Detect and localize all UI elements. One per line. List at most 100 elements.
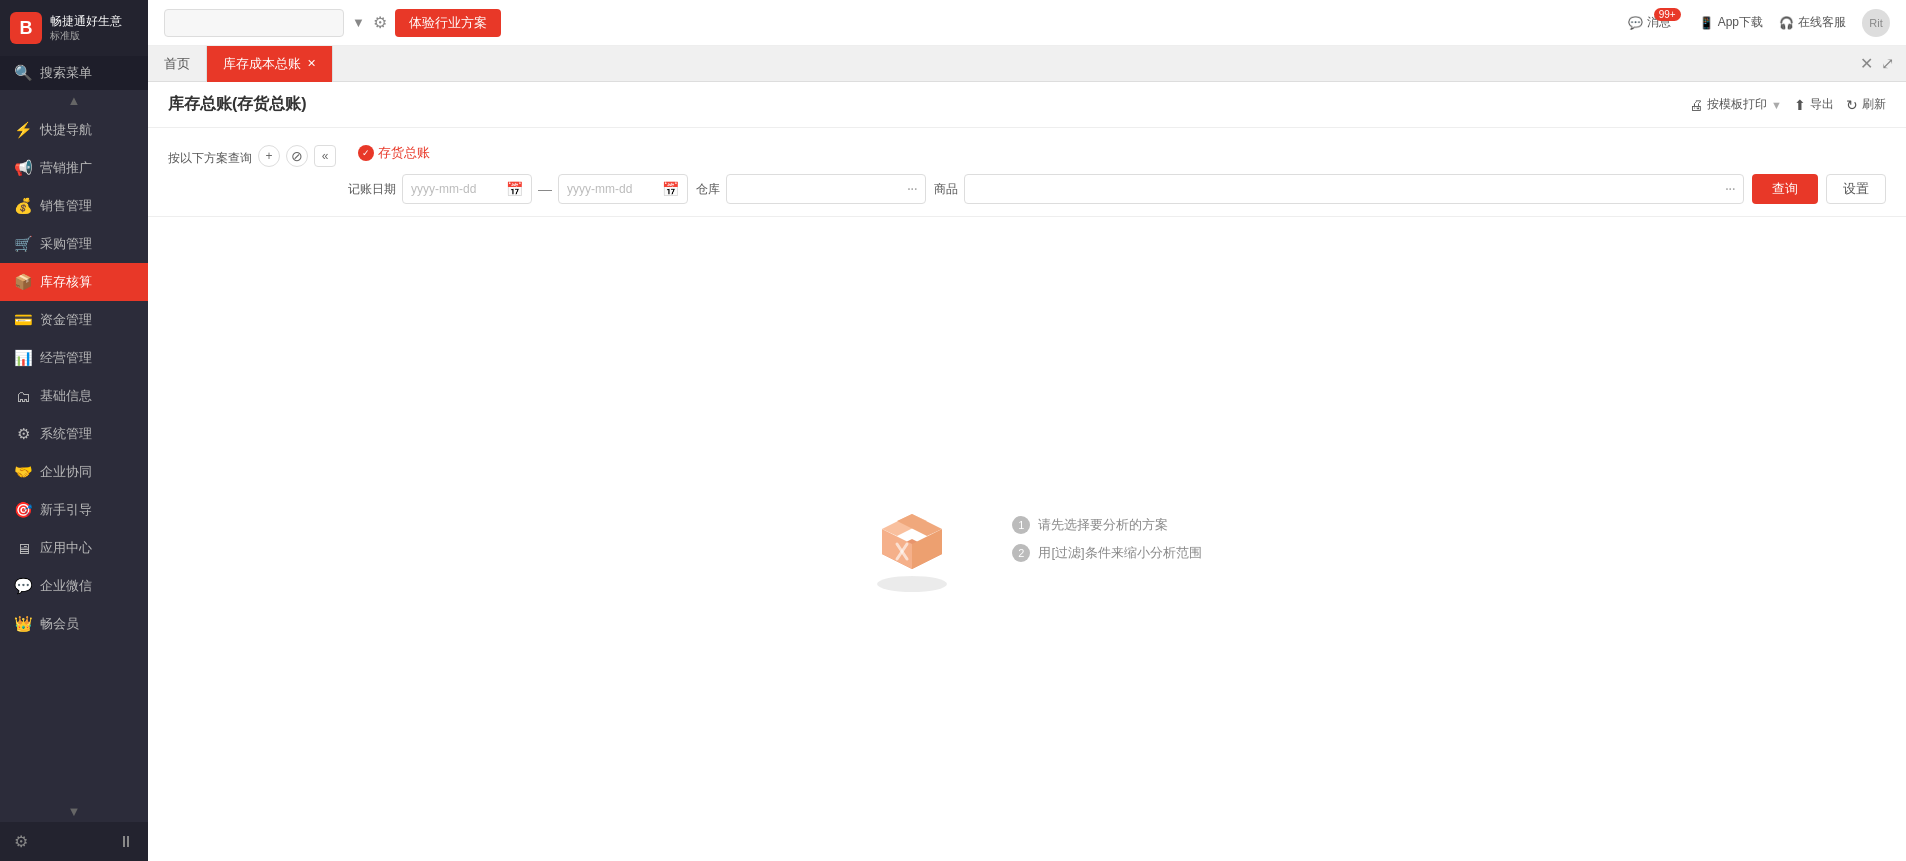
inventory-icon: 📦 <box>14 273 32 291</box>
search-icon: 🔍 <box>14 64 32 82</box>
warehouse-select[interactable]: ··· <box>726 174 926 204</box>
sidebar-item-purchase[interactable]: 🛒 采购管理 <box>0 225 148 263</box>
empty-hint-1: 1 请先选择要分析的方案 <box>1012 516 1201 534</box>
top-bar-left: ▼ ⚙ 体验行业方案 <box>164 9 1616 37</box>
warehouse-more-icon[interactable]: ··· <box>907 180 917 198</box>
top-bar: ▼ ⚙ 体验行业方案 💬 消息 99+ 📱 App下载 🎧 在线客服 Rit <box>148 0 1906 46</box>
sidebar-item-corp[interactable]: 🤝 企业协同 <box>0 453 148 491</box>
tab-inventory-cost[interactable]: 库存成本总账 ✕ <box>207 46 333 82</box>
tab-expand-icon[interactable]: ⤢ <box>1881 54 1894 73</box>
delete-scheme-button[interactable]: ⊘ <box>286 145 308 167</box>
app-download-button[interactable]: 📱 App下载 <box>1699 14 1763 31</box>
operation-icon: 📊 <box>14 349 32 367</box>
date-field: 记账日期 yyyy-mm-dd 📅 — yyyy-mm-dd 📅 <box>348 174 688 204</box>
scheme-dot-icon: ✓ <box>358 145 374 161</box>
filter-label: 按以下方案查询 <box>168 150 252 167</box>
quick-nav-icon: ⚡ <box>14 121 32 139</box>
user-avatar[interactable]: Rit <box>1862 9 1890 37</box>
message-icon: 💬 <box>1628 16 1643 30</box>
empty-illustration <box>852 479 972 599</box>
empty-hint-2: 2 用[过滤]条件来缩小分析范围 <box>1012 544 1201 562</box>
query-button[interactable]: 查询 <box>1752 174 1818 204</box>
calendar-start-icon: 📅 <box>506 181 523 197</box>
sidebar: B 畅捷通好生意 标准版 🔍 搜索菜单 ▲ ⚡ 快捷导航 📢 营销推广 💰 销售… <box>0 0 148 861</box>
sidebar-item-marketing[interactable]: 📢 营销推广 <box>0 149 148 187</box>
scroll-up-btn[interactable]: ▲ <box>0 90 148 111</box>
audio-bottom-icon[interactable]: ⏸ <box>118 833 134 851</box>
tab-close-icon[interactable]: ✕ <box>307 57 316 70</box>
main-area: ▼ ⚙ 体验行业方案 💬 消息 99+ 📱 App下载 🎧 在线客服 Rit 首… <box>148 0 1906 861</box>
sidebar-item-finance[interactable]: 💳 资金管理 <box>0 301 148 339</box>
purchase-icon: 🛒 <box>14 235 32 253</box>
vip-icon: 👑 <box>14 615 32 633</box>
page-header: 库存总账(存货总账) 🖨 按模板打印 ▼ ⬆ 导出 ↻ 刷新 <box>148 82 1906 128</box>
sidebar-item-sales[interactable]: 💰 销售管理 <box>0 187 148 225</box>
scheme-item[interactable]: ✓ 存货总账 <box>348 140 440 166</box>
basic-icon: 🗂 <box>14 388 32 405</box>
sidebar-item-inventory[interactable]: 📦 库存核算 <box>0 263 148 301</box>
sidebar-item-apps[interactable]: 🖥 应用中心 <box>0 529 148 567</box>
goods-more-icon[interactable]: ··· <box>1725 180 1735 198</box>
goods-select[interactable]: ··· <box>964 174 1744 204</box>
phone-icon: 📱 <box>1699 16 1714 30</box>
refresh-button[interactable]: ↻ 刷新 <box>1846 96 1886 113</box>
logo-icon: B <box>10 12 42 44</box>
date-separator: — <box>538 181 552 197</box>
message-badge: 99+ <box>1654 8 1681 21</box>
sidebar-item-vip[interactable]: 👑 畅会员 <box>0 605 148 643</box>
page-header-actions: 🖨 按模板打印 ▼ ⬆ 导出 ↻ 刷新 <box>1689 96 1886 113</box>
sidebar-item-quick-nav[interactable]: ⚡ 快捷导航 <box>0 111 148 149</box>
top-bar-right: 💬 消息 99+ 📱 App下载 🎧 在线客服 Rit <box>1628 9 1890 37</box>
finance-icon: 💳 <box>14 311 32 329</box>
sidebar-nav: ⚡ 快捷导航 📢 营销推广 💰 销售管理 🛒 采购管理 📦 库存核算 💳 资金管… <box>0 111 148 801</box>
chevron-down-icon[interactable]: ▼ <box>352 15 365 30</box>
sidebar-bottom: ⚙ ⏸ <box>0 822 148 861</box>
settings-button[interactable]: 设置 <box>1826 174 1886 204</box>
sidebar-item-operation[interactable]: 📊 经营管理 <box>0 339 148 377</box>
export-icon: ⬆ <box>1794 97 1806 113</box>
guide-icon: 🎯 <box>14 501 32 519</box>
date-start-input[interactable]: yyyy-mm-dd 📅 <box>402 174 532 204</box>
message-button[interactable]: 💬 消息 99+ <box>1628 14 1671 31</box>
apps-icon: 🖥 <box>14 540 32 557</box>
scroll-down-btn[interactable]: ▼ <box>0 801 148 822</box>
marketing-icon: 📢 <box>14 159 32 177</box>
sidebar-logo: B 畅捷通好生意 标准版 <box>0 0 148 56</box>
top-bar-search-input[interactable] <box>164 9 344 37</box>
calendar-end-icon: 📅 <box>662 181 679 197</box>
sidebar-item-basic[interactable]: 🗂 基础信息 <box>0 377 148 415</box>
filter-row: 记账日期 yyyy-mm-dd 📅 — yyyy-mm-dd 📅 仓库 <box>348 174 1886 204</box>
empty-text: 1 请先选择要分析的方案 2 用[过滤]条件来缩小分析范围 <box>1012 516 1201 562</box>
online-service-button[interactable]: 🎧 在线客服 <box>1779 14 1846 31</box>
tabs-bar: 首页 库存成本总账 ✕ ✕ ⤢ <box>148 46 1906 82</box>
sidebar-item-system[interactable]: ⚙ 系统管理 <box>0 415 148 453</box>
date-end-input[interactable]: yyyy-mm-dd 📅 <box>558 174 688 204</box>
print-icon: 🖨 <box>1689 97 1703 113</box>
add-scheme-button[interactable]: + <box>258 145 280 167</box>
tab-home[interactable]: 首页 <box>148 46 207 82</box>
sidebar-item-guide[interactable]: 🎯 新手引导 <box>0 491 148 529</box>
top-bar-settings-icon[interactable]: ⚙ <box>373 13 387 32</box>
corp-icon: 🤝 <box>14 463 32 481</box>
sidebar-item-search[interactable]: 🔍 搜索菜单 <box>0 56 148 90</box>
tab-close-panel-icon[interactable]: ✕ <box>1860 54 1873 73</box>
wechat-icon: 💬 <box>14 577 32 595</box>
warehouse-field: 仓库 ··· <box>696 174 926 204</box>
content-area: 库存总账(存货总账) 🖨 按模板打印 ▼ ⬆ 导出 ↻ 刷新 <box>148 82 1906 861</box>
system-icon: ⚙ <box>14 425 32 443</box>
export-button[interactable]: ⬆ 导出 <box>1794 96 1834 113</box>
headset-icon: 🎧 <box>1779 16 1794 30</box>
sidebar-item-wechat[interactable]: 💬 企业微信 <box>0 567 148 605</box>
logo-text: 畅捷通好生意 标准版 <box>50 14 122 43</box>
settings-bottom-icon[interactable]: ⚙ <box>14 832 28 851</box>
industry-solution-button[interactable]: 体验行业方案 <box>395 9 501 37</box>
print-chevron-icon[interactable]: ▼ <box>1771 99 1782 111</box>
print-template-button[interactable]: 🖨 按模板打印 ▼ <box>1689 96 1782 113</box>
goods-field: 商品 ··· <box>934 174 1744 204</box>
empty-state: 1 请先选择要分析的方案 2 用[过滤]条件来缩小分析范围 <box>148 217 1906 861</box>
filter-area: 按以下方案查询 + ⊘ « ✓ 存货总账 记账日期 <box>148 128 1906 217</box>
refresh-icon: ↻ <box>1846 97 1858 113</box>
svg-point-0 <box>877 576 947 592</box>
collapse-filter-button[interactable]: « <box>314 145 336 167</box>
page-title: 库存总账(存货总账) <box>168 94 307 115</box>
